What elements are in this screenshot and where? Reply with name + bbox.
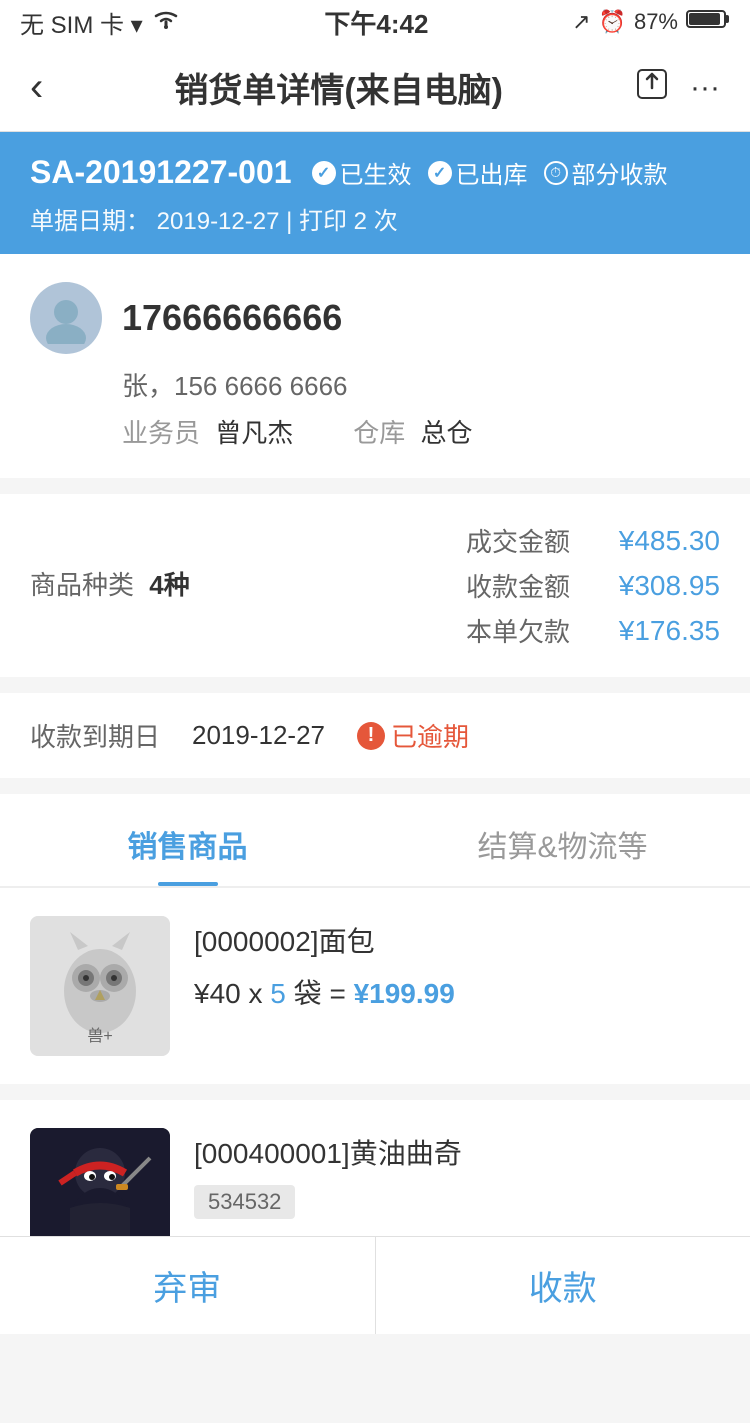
product-name-1: [0000002]面包 [194,920,720,960]
nav-bar: ‹ 销货单详情(来自电脑) ··· [0,44,750,132]
category-label: 商品种类 4种 [30,565,190,602]
overdue-section: 收款到期日 2019-12-27 ! 已逾期 [0,693,750,778]
overdue-icon: ! [357,722,385,750]
nav-right: ··· [634,66,720,110]
order-header: SA-20191227-001 ✓ 已生效 ✓ 已出库 ⏱ 部分收款 单据日期：… [0,132,750,254]
svg-text:兽+: 兽+ [87,1027,112,1045]
product-info-1: [0000002]面包 ¥40 x 5 袋 = ¥199.99 [194,916,720,1012]
cancel-button[interactable]: 弃审 [0,1237,376,1334]
category-count: 4种 [149,570,189,600]
battery-icon [686,8,730,36]
order-meta: 单据日期： 2019-12-27 | 打印 2 次 [30,201,720,236]
product-item: 兽+ [0000002]面包 ¥40 x 5 袋 = ¥199.99 [0,888,750,1084]
badge-shipped: ✓ 已出库 [428,155,528,190]
clock-icon: ⏱ [544,161,568,185]
customer-meta: 业务员 曾凡杰 仓库 总仓 [122,413,720,450]
avatar [30,282,102,354]
stats-row-owed: 本单欠款 ¥176.35 [466,612,720,649]
stats-section: 商品种类 4种 成交金额 ¥485.30 收款金额 ¥308.95 本单欠款 ¥… [0,494,750,677]
bottom-bar: 弃审 收款 [0,1236,750,1334]
tab-sales-products[interactable]: 销售商品 [0,794,375,886]
alarm-icon: ⏰ [599,9,626,35]
location-icon: ↗ [572,9,590,35]
wifi-icon [151,8,181,37]
status-time: 下午4:42 [324,4,428,41]
status-right: ↗ ⏰ 87% [572,8,730,36]
order-id: SA-20191227-001 [30,154,292,191]
tab-settlement[interactable]: 结算&物流等 [375,794,750,886]
badge-activated: ✓ 已生效 [312,155,412,190]
warehouse-label: 仓库 总仓 [353,413,472,450]
overdue-label: 收款到期日 [30,717,160,754]
stats-right: 成交金额 ¥485.30 收款金额 ¥308.95 本单欠款 ¥176.35 [466,522,720,649]
badge-partial-payment: ⏱ 部分收款 [544,155,668,190]
product-image-1: 兽+ [30,916,170,1056]
product-tag-2: 534532 [194,1185,295,1219]
sales-label: 业务员 曾凡杰 [122,413,293,450]
customer-section: 17666666666 张，156 6666 6666 业务员 曾凡杰 仓库 总… [0,254,750,478]
overdue-badge: ! 已逾期 [357,717,469,754]
stats-row-deal: 成交金额 ¥485.30 [466,522,720,559]
customer-phone: 17666666666 [122,297,342,339]
status-left: 无 SIM 卡 ▾ [20,5,181,40]
stats-left: 商品种类 4种 [30,522,190,649]
product-price-1: ¥40 x 5 袋 = ¥199.99 [194,972,720,1012]
check-icon-1: ✓ [312,161,336,185]
product-name-2: [000400001]黄油曲奇 [194,1132,720,1172]
tabs-section: 销售商品 结算&物流等 [0,794,750,888]
more-icon[interactable]: ··· [690,71,720,105]
confirm-button[interactable]: 收款 [376,1237,750,1334]
check-icon-2: ✓ [428,161,452,185]
page-title: 销货单详情(来自电脑) [174,63,503,112]
customer-name-phone: 张，156 6666 6666 [122,366,720,403]
order-badges: ✓ 已生效 ✓ 已出库 ⏱ 部分收款 [312,155,668,190]
sim-status: 无 SIM 卡 ▾ [20,5,143,40]
share-icon[interactable] [634,66,670,110]
stats-row-collected: 收款金额 ¥308.95 [466,567,720,604]
status-bar: 无 SIM 卡 ▾ 下午4:42 ↗ ⏰ 87% [0,0,750,44]
customer-row: 17666666666 [30,282,720,354]
battery-level: 87% [634,9,678,35]
overdue-date: 2019-12-27 [192,720,325,751]
back-button[interactable]: ‹ [30,65,43,110]
nav-left: ‹ [30,65,43,110]
